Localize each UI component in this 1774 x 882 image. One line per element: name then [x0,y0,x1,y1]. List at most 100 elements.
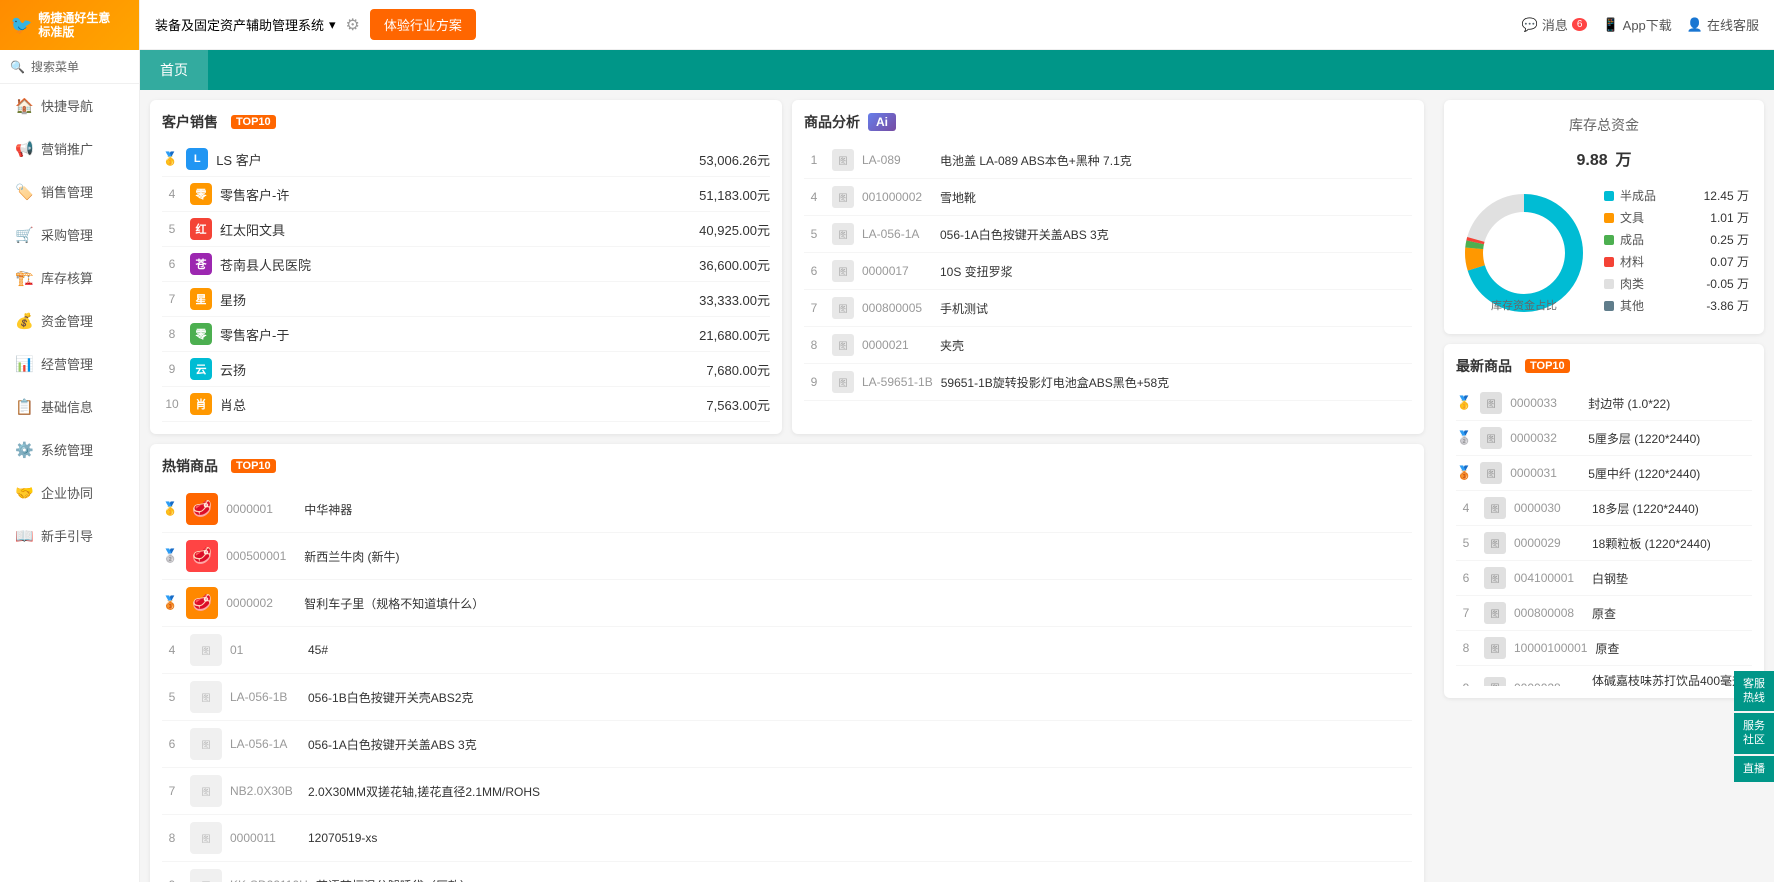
quick-nav-icon: 🏠 [15,97,33,115]
legend-value: -3.86 万 [1706,297,1749,314]
trial-button[interactable]: 体验行业方案 [370,9,476,40]
online-service-button[interactable]: 👤 在线客服 [1687,15,1759,34]
legend-value: 0.25 万 [1710,231,1749,248]
product-analysis-title: 商品分析 Ai [804,112,1412,132]
sidebar-item-system[interactable]: ⚙️系统管理 [0,428,139,471]
product-code: LA-59651-1B [862,375,933,389]
rank-number: 5 [1456,536,1476,550]
new-product-row: 6 图 004100001 白钢垫 [1456,561,1752,596]
product-icon: 图 [1484,567,1506,589]
rank-number: 6 [1456,571,1476,585]
sidebar-item-operations[interactable]: 📊经营管理 [0,342,139,385]
product-name: 5厘中纤 (1220*2440) [1588,465,1752,482]
product-name: 5厘多层 (1220*2440) [1588,430,1752,447]
product-icon: 图 [832,149,854,171]
product-image: 图 [190,634,222,666]
legend-value: 1.01 万 [1710,209,1749,226]
hot-product-row: 9 图 KK-SD22110H 花语萌恒温分腿睡袋（厚款） [162,862,1412,882]
legend-item: 材料 0.07 万 [1604,253,1749,270]
product-icon: 图 [832,186,854,208]
new-product-row: 8 图 10000100001 原查 [1456,631,1752,666]
rank: 5 [804,227,824,241]
legend-name: 材料 [1620,253,1704,270]
product-icon: 图 [832,260,854,282]
app-download-button[interactable]: 📱 App下载 [1602,15,1671,34]
rank-number: 5 [162,690,182,704]
product-code: 10000100001 [1514,641,1587,655]
settings-icon[interactable]: ⚙ [346,15,360,35]
service-icon: 👤 [1687,17,1703,33]
product-icon: 图 [832,334,854,356]
rank-number: 8 [162,831,182,845]
customer-badge: 星 [190,288,212,310]
rank-number: 9 [162,362,182,376]
new-product-row: 5 图 0000029 18颗粒板 (1220*2440) [1456,526,1752,561]
system-selector[interactable]: 装备及固定资产辅助管理系统 ▾ [155,15,336,34]
customer-sales-title: 客户销售 TOP10 [162,112,770,132]
rank: 4 [804,190,824,204]
rank-number: 9 [1456,681,1476,687]
customer-sales-row: 10 肖 肖总 7,563.00元 [162,387,770,422]
customer-name: LS 客户 [216,150,691,169]
legend-value: -0.05 万 [1706,275,1749,292]
marketing-icon: 📢 [15,140,33,158]
finance-icon: 💰 [15,312,33,330]
purchase-icon: 🛒 [15,226,33,244]
cs-hotline-btn[interactable]: 客服热线 [1734,671,1774,712]
cs-live-btn[interactable]: 直播 [1734,756,1774,782]
message-icon: 💬 [1522,17,1538,33]
legend-item: 肉类 -0.05 万 [1604,275,1749,292]
cs-community-btn[interactable]: 服务社区 [1734,713,1774,754]
sidebar-item-sales[interactable]: 🏷️销售管理 [0,170,139,213]
product-name: 花语萌恒温分腿睡袋（厚款） [316,877,1412,882]
product-name: 体碱嘉枝味苏打饮品400毫升 (1*15) [1592,672,1752,686]
legend-item: 成品 0.25 万 [1604,231,1749,248]
legend-value: 0.07 万 [1710,253,1749,270]
sidebar-search[interactable]: 🔍 搜索菜单 [0,50,139,84]
product-icon: 图 [1484,677,1506,687]
product-name: 12070519-xs [308,831,1412,845]
sidebar-item-purchase[interactable]: 🛒采购管理 [0,213,139,256]
customer-name: 零售客户-许 [220,185,691,204]
rank: 9 [804,375,824,389]
product-icon: 图 [1484,532,1506,554]
product-code: 000500001 [226,549,296,563]
hot-product-row: 5 图 LA-056-1B 056-1B白色按键开关壳ABS2克 [162,674,1412,721]
product-image: 图 [190,728,222,760]
sidebar-item-marketing[interactable]: 📢营销推广 [0,127,139,170]
customer-name: 苍南县人民医院 [220,255,691,274]
new-product-row: 4 图 0000030 18多层 (1220*2440) [1456,491,1752,526]
customer-sales-row: 🥇 L LS 客户 53,006.26元 [162,142,770,177]
product-icon: 图 [1480,427,1502,449]
product-name: 18颗粒板 (1220*2440) [1592,535,1752,552]
sidebar-item-collab[interactable]: 🤝企业协同 [0,471,139,514]
new-products-list: 🥇 图 0000033 封边带 (1.0*22) 🥈 图 0000032 5厘多… [1456,386,1752,686]
sidebar-item-basic[interactable]: 📋基础信息 [0,385,139,428]
product-code: 0000017 [862,264,932,278]
product-icon: 图 [1484,637,1506,659]
product-code: 0000031 [1510,466,1580,480]
customer-sales-row: 9 云 云扬 7,680.00元 [162,352,770,387]
product-analysis-row: 6 图 0000017 10S 变扭罗浆 [804,253,1412,290]
product-analysis-row: 1 图 LA-089 电池盖 LA-089 ABS本色+黑种 7.1克 [804,142,1412,179]
legend-value: 12.45 万 [1704,187,1749,204]
sidebar-item-inventory[interactable]: 🏗️库存核算 [0,256,139,299]
customer-sales-list: 🥇 L LS 客户 53,006.26元 4 零 零售客户-许 51,183.0… [162,142,770,422]
sidebar-item-quick-nav[interactable]: 🏠快捷导航 [0,84,139,127]
rank-number: 9 [162,878,182,882]
message-button[interactable]: 💬 消息 6 [1522,15,1588,34]
product-icon: 图 [832,223,854,245]
message-badge: 6 [1572,18,1588,31]
basic-icon: 📋 [15,398,33,416]
hot-product-row: 🥈 🥩 000500001 新西兰牛肉 (新牛) [162,533,1412,580]
product-image: 🥩 [186,587,218,619]
customer-badge: L [186,148,208,170]
sidebar-item-finance[interactable]: 💰资金管理 [0,299,139,342]
product-code: NB2.0X30B [230,784,300,798]
rank-number: 4 [1456,501,1476,515]
sidebar-item-guide[interactable]: 📖新手引导 [0,514,139,557]
product-code: 0000028 [1514,681,1584,687]
product-name: 白钢垫 [1592,570,1752,587]
tab-home[interactable]: 首页 [140,50,208,90]
sales-amount: 33,333.00元 [699,290,770,309]
